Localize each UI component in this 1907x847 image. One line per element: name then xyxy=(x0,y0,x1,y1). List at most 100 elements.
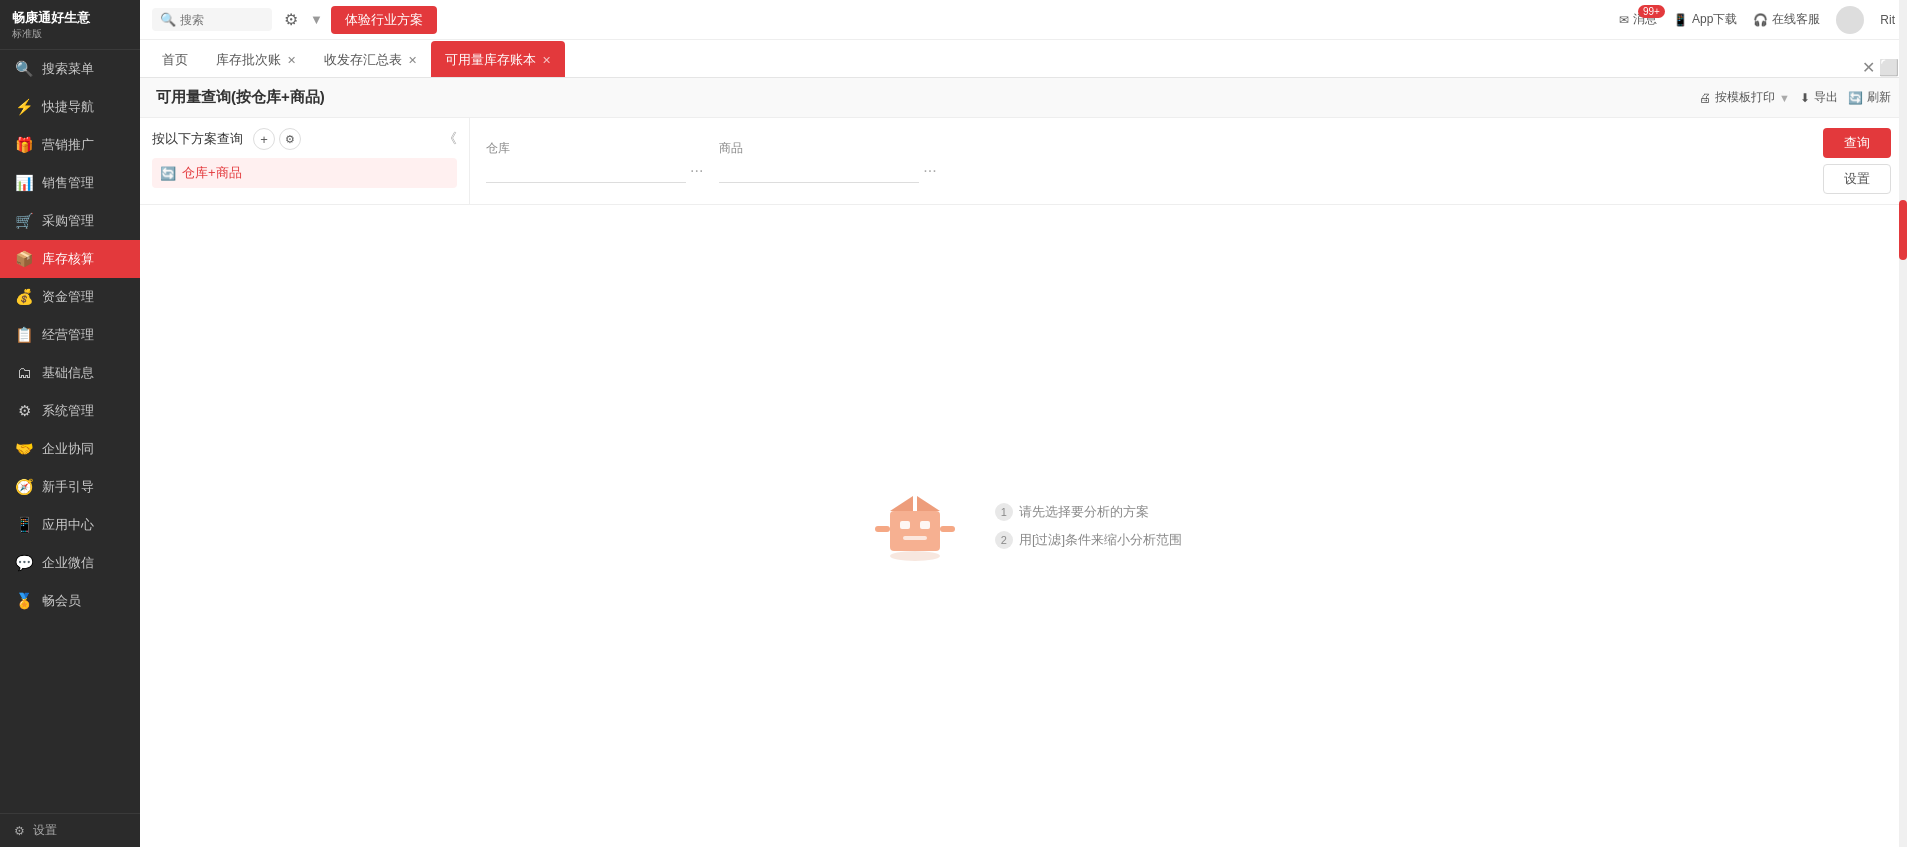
filter-fields: 仓库 ··· 商品 ··· 查询 xyxy=(486,128,1891,194)
sales-icon: 📊 xyxy=(14,174,34,192)
svg-marker-1 xyxy=(890,496,913,511)
purchase-icon: 🛒 xyxy=(14,212,34,230)
tab-batch-ledger-label: 库存批次账 xyxy=(216,51,281,69)
basic-icon: 🗂 xyxy=(14,364,34,381)
close-icon: ✕ xyxy=(1862,58,1875,77)
refresh-label: 刷新 xyxy=(1867,89,1891,106)
sidebar-nav: 🔍 搜索菜单 ⚡ 快捷导航 🎁 营销推广 📊 销售管理 🛒 采购管理 📦 库存核… xyxy=(0,50,140,813)
sidebar-item-inventory[interactable]: 📦 库存核算 xyxy=(0,240,140,278)
sidebar-item-label: 经营管理 xyxy=(42,326,94,344)
add-scheme-btn[interactable]: + xyxy=(253,128,275,150)
guide-icon: 🧭 xyxy=(14,478,34,496)
app-title: 畅康通好生意 xyxy=(12,10,128,27)
tab-home[interactable]: 首页 xyxy=(148,41,202,77)
user-name: Rit xyxy=(1880,13,1895,27)
goods-input-wrap: ··· xyxy=(719,159,936,183)
message-badge: 99+ xyxy=(1638,5,1665,18)
svg-marker-2 xyxy=(917,496,940,511)
finance-icon: 💰 xyxy=(14,288,34,306)
top-header: 🔍 ⚙ ▼ 体验行业方案 ✉ 消息 99+ 📱 App下载 🎧 在线客服 Rit xyxy=(140,0,1907,40)
warehouse-more-icon[interactable]: ··· xyxy=(690,162,703,180)
sidebar-item-label: 采购管理 xyxy=(42,212,94,230)
header-message[interactable]: ✉ 消息 99+ xyxy=(1619,11,1657,28)
collapse-filter-btn[interactable]: 《 xyxy=(443,130,457,148)
tab-in-out-summary[interactable]: 收发存汇总表 ✕ xyxy=(310,41,431,77)
app-download-icon: 📱 xyxy=(1673,13,1688,27)
goods-label: 商品 xyxy=(719,140,936,157)
sidebar-item-label: 资金管理 xyxy=(42,288,94,306)
filter-header-actions: + ⚙ xyxy=(253,128,301,150)
header-dropdown-icon[interactable]: ▼ xyxy=(310,12,323,27)
export-label: 导出 xyxy=(1814,89,1838,106)
tab-available-ledger-close[interactable]: ✕ xyxy=(542,54,551,67)
online-service-label: 在线客服 xyxy=(1772,11,1820,28)
inventory-icon: 📦 xyxy=(14,250,34,268)
sidebar-item-sales[interactable]: 📊 销售管理 xyxy=(0,164,140,202)
export-action[interactable]: ⬇ 导出 xyxy=(1800,89,1838,106)
sidebar-item-vip[interactable]: 🏅 畅会员 xyxy=(0,582,140,620)
marketing-icon: 🎁 xyxy=(14,136,34,154)
header-search-box[interactable]: 🔍 xyxy=(152,8,272,31)
quick-nav-icon: ⚡ xyxy=(14,98,34,116)
hint-num-2: 2 xyxy=(995,531,1013,549)
svg-rect-6 xyxy=(875,526,890,532)
tab-available-ledger-label: 可用量库存账本 xyxy=(445,51,536,69)
warehouse-input[interactable] xyxy=(486,159,686,183)
query-btn[interactable]: 查询 xyxy=(1823,128,1891,158)
refresh-action[interactable]: 🔄 刷新 xyxy=(1848,89,1891,106)
filter-settings-btn[interactable]: 设置 xyxy=(1823,164,1891,194)
sidebar-item-apps[interactable]: 📱 应用中心 xyxy=(0,506,140,544)
goods-more-icon[interactable]: ··· xyxy=(923,162,936,180)
sidebar-item-basic[interactable]: 🗂 基础信息 xyxy=(0,354,140,392)
hint-text-1: 请先选择要分析的方案 xyxy=(1019,503,1149,521)
config-scheme-btn[interactable]: ⚙ xyxy=(279,128,301,150)
filter-left: 按以下方案查询 + ⚙ 《 🔄 仓库+商品 xyxy=(140,118,470,204)
scrollbar-thumb[interactable] xyxy=(1899,200,1907,260)
tab-batch-ledger[interactable]: 库存批次账 ✕ xyxy=(202,41,310,77)
header-online-service[interactable]: 🎧 在线客服 xyxy=(1753,11,1820,28)
sidebar-item-marketing[interactable]: 🎁 营销推广 xyxy=(0,126,140,164)
empty-illustration xyxy=(865,476,965,576)
sidebar-item-guide[interactable]: 🧭 新手引导 xyxy=(0,468,140,506)
vip-icon: 🏅 xyxy=(14,592,34,610)
sidebar-item-system[interactable]: ⚙ 系统管理 xyxy=(0,392,140,430)
sidebar-settings[interactable]: ⚙ 设置 xyxy=(0,813,140,847)
print-action[interactable]: 🖨 按模板打印 ▼ xyxy=(1699,89,1790,106)
tab-bar: 首页 库存批次账 ✕ 收发存汇总表 ✕ 可用量库存账本 ✕ ✕ ⬜ xyxy=(140,40,1907,78)
header-search-input[interactable] xyxy=(180,13,260,27)
main-area: 🔍 ⚙ ▼ 体验行业方案 ✉ 消息 99+ 📱 App下载 🎧 在线客服 Rit xyxy=(140,0,1907,847)
sidebar-item-search[interactable]: 🔍 搜索菜单 xyxy=(0,50,140,88)
user-avatar[interactable] xyxy=(1836,6,1864,34)
scheme-label: 仓库+商品 xyxy=(182,164,242,182)
sidebar-item-purchase[interactable]: 🛒 采购管理 xyxy=(0,202,140,240)
sidebar-item-label: 基础信息 xyxy=(42,364,94,382)
sidebar-item-quick-nav[interactable]: ⚡ 快捷导航 xyxy=(0,88,140,126)
sidebar-item-finance[interactable]: 💰 资金管理 xyxy=(0,278,140,316)
goods-input[interactable] xyxy=(719,159,919,183)
header-gear-icon[interactable]: ⚙ xyxy=(280,6,302,33)
tab-available-ledger[interactable]: 可用量库存账本 ✕ xyxy=(431,41,565,77)
filter-warehouse-field: 仓库 ··· xyxy=(486,140,703,183)
filter-scheme-warehouse-goods[interactable]: 🔄 仓库+商品 xyxy=(152,158,457,188)
empty-hints: 1 请先选择要分析的方案 2 用[过滤]条件来缩小分析范围 xyxy=(995,503,1182,549)
tab-home-label: 首页 xyxy=(162,51,188,69)
sidebar-item-enterprise[interactable]: 🤝 企业协同 xyxy=(0,430,140,468)
print-dropdown-icon[interactable]: ▼ xyxy=(1779,92,1790,104)
tab-in-out-summary-close[interactable]: ✕ xyxy=(408,54,417,67)
operation-icon: 📋 xyxy=(14,326,34,344)
sidebar-item-wechat[interactable]: 💬 企业微信 xyxy=(0,544,140,582)
export-icon: ⬇ xyxy=(1800,91,1810,105)
tab-batch-ledger-close[interactable]: ✕ xyxy=(287,54,296,67)
hint-num-1: 1 xyxy=(995,503,1013,521)
sidebar-item-label: 畅会员 xyxy=(42,592,81,610)
message-icon: ✉ xyxy=(1619,13,1629,27)
sidebar-bottom-label: 设置 xyxy=(33,822,57,839)
sidebar-logo: 畅康通好生意 标准版 xyxy=(0,0,140,50)
sidebar-item-operation[interactable]: 📋 经营管理 xyxy=(0,316,140,354)
sidebar-item-label: 快捷导航 xyxy=(42,98,94,116)
empty-hint-2: 2 用[过滤]条件来缩小分析范围 xyxy=(995,531,1182,549)
header-app-download[interactable]: 📱 App下载 xyxy=(1673,11,1737,28)
trial-btn[interactable]: 体验行业方案 xyxy=(331,6,437,34)
page-header: 可用量查询(按仓库+商品) 🖨 按模板打印 ▼ ⬇ 导出 🔄 刷新 xyxy=(140,78,1907,118)
header-right: ✉ 消息 99+ 📱 App下载 🎧 在线客服 Rit xyxy=(1619,6,1895,34)
